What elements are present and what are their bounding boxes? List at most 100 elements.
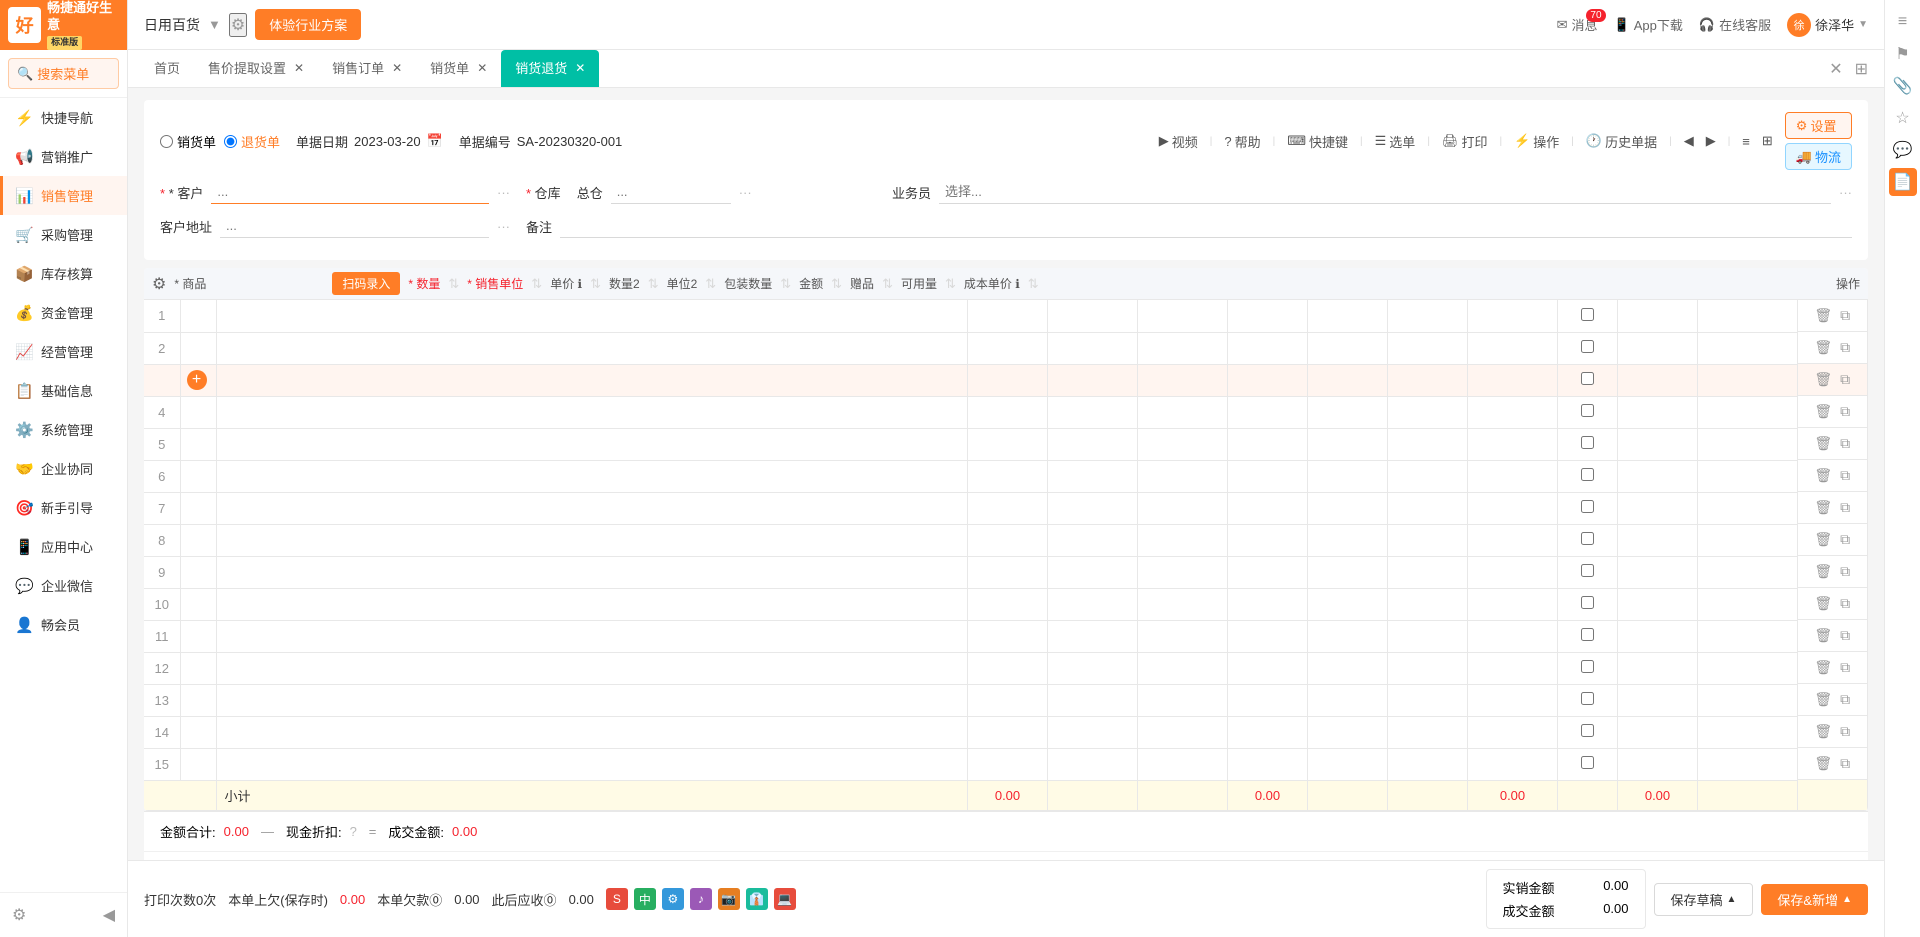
save-draft-button[interactable]: 保存草稿 ▲ — [1654, 883, 1754, 916]
delete-row-button[interactable]: 🗑 — [1812, 465, 1834, 486]
price-cell[interactable] — [1138, 588, 1228, 620]
copy-row-button[interactable]: ⧉ — [1838, 497, 1852, 518]
unit2-cell[interactable] — [1308, 332, 1388, 364]
avail-cell[interactable] — [1618, 748, 1698, 780]
sidebar-item-ops[interactable]: 📈 经营管理 — [0, 332, 127, 371]
scan-input-button[interactable]: 扫码录入 — [332, 272, 400, 295]
product-cell[interactable] — [216, 492, 968, 524]
qty-cell[interactable] — [968, 620, 1048, 652]
next-btn[interactable]: ▶ — [1706, 133, 1716, 149]
tab-close-price[interactable]: ✕ — [294, 61, 304, 75]
amount-cell[interactable] — [1468, 332, 1558, 364]
cost-cell[interactable] — [1698, 428, 1798, 460]
sidebar-item-appstore[interactable]: 📱 应用中心 — [0, 527, 127, 566]
cost-cell[interactable] — [1698, 620, 1798, 652]
amount-cell[interactable] — [1468, 364, 1558, 396]
delete-row-button[interactable]: 🗑 — [1812, 561, 1834, 582]
delete-row-button[interactable]: 🗑 — [1812, 401, 1834, 422]
tab-layout-button[interactable]: ⊞ — [1851, 57, 1872, 81]
amount-cell[interactable] — [1468, 300, 1558, 332]
qty-cell[interactable] — [968, 460, 1048, 492]
unit2-cell[interactable] — [1308, 492, 1388, 524]
gift-checkbox[interactable] — [1581, 724, 1594, 737]
pack-cell[interactable] — [1388, 652, 1468, 684]
unit-cell[interactable] — [1048, 524, 1138, 556]
gift-checkbox[interactable] — [1581, 372, 1594, 385]
unit-cell[interactable] — [1048, 428, 1138, 460]
amount-cell[interactable] — [1468, 620, 1558, 652]
avail-cell[interactable] — [1618, 684, 1698, 716]
gift-cell[interactable] — [1558, 300, 1618, 332]
amount-cell[interactable] — [1468, 396, 1558, 428]
price-cell[interactable] — [1138, 492, 1228, 524]
cost-cell[interactable] — [1698, 396, 1798, 428]
bottom-icon-3[interactable]: ⚙ — [662, 888, 684, 910]
calendar-icon[interactable]: 📅 — [427, 133, 443, 149]
cost-cell[interactable] — [1698, 716, 1798, 748]
gift-cell[interactable] — [1558, 428, 1618, 460]
logistics-button[interactable]: 🚚 物流 — [1785, 143, 1852, 170]
gift-checkbox[interactable] — [1581, 436, 1594, 449]
copy-row-button[interactable]: ⧉ — [1838, 337, 1852, 358]
delete-row-button[interactable]: 🗑 — [1812, 593, 1834, 614]
view-list-btn[interactable]: ≡ — [1742, 134, 1750, 149]
pack-cell[interactable] — [1388, 364, 1468, 396]
qty-cell[interactable] — [968, 748, 1048, 780]
unit-cell[interactable] — [1048, 716, 1138, 748]
avail-cell[interactable] — [1618, 332, 1698, 364]
unit2-cell[interactable] — [1308, 460, 1388, 492]
price-cell[interactable] — [1138, 460, 1228, 492]
tab-close-return[interactable]: ✕ — [575, 61, 585, 75]
qty2-cell[interactable] — [1228, 620, 1308, 652]
price-cell[interactable] — [1138, 652, 1228, 684]
gift-cell[interactable] — [1558, 524, 1618, 556]
qty2-cell[interactable] — [1228, 492, 1308, 524]
gift-cell[interactable] — [1558, 748, 1618, 780]
pack-cell[interactable] — [1388, 716, 1468, 748]
copy-row-button[interactable]: ⧉ — [1838, 401, 1852, 422]
qty2-cell[interactable] — [1228, 364, 1308, 396]
sidebar-item-newbie[interactable]: 🎯 新手引导 — [0, 488, 127, 527]
unit-cell[interactable] — [1048, 556, 1138, 588]
radio-sales-invoice[interactable]: 销货单 — [160, 132, 216, 151]
product-cell[interactable] — [216, 748, 968, 780]
cost-cell[interactable] — [1698, 364, 1798, 396]
unit-cell[interactable] — [1048, 396, 1138, 428]
pack-cell[interactable] — [1388, 300, 1468, 332]
right-panel-form-icon[interactable]: 📄 — [1889, 168, 1917, 196]
price-cell[interactable] — [1138, 556, 1228, 588]
qty-cell[interactable] — [968, 364, 1048, 396]
warehouse-more-icon[interactable]: ··· — [739, 185, 752, 200]
tab-close-invoice[interactable]: ✕ — [477, 61, 487, 75]
cost-cell[interactable] — [1698, 588, 1798, 620]
qty2-cell[interactable] — [1228, 716, 1308, 748]
operate-btn[interactable]: ⚡ 操作 — [1514, 132, 1559, 151]
product-cell[interactable] — [216, 396, 968, 428]
amount-cell[interactable] — [1468, 460, 1558, 492]
price-cell[interactable] — [1138, 524, 1228, 556]
qty2-cell[interactable] — [1228, 300, 1308, 332]
gift-cell[interactable] — [1558, 716, 1618, 748]
avail-cell[interactable] — [1618, 556, 1698, 588]
product-cell[interactable] — [216, 364, 968, 396]
gift-checkbox[interactable] — [1581, 596, 1594, 609]
gift-checkbox[interactable] — [1581, 660, 1594, 673]
unit-cell[interactable] — [1048, 652, 1138, 684]
qty-cell[interactable] — [968, 428, 1048, 460]
delete-row-button[interactable]: 🗑 — [1812, 529, 1834, 550]
sidebar-item-shortcut[interactable]: ⚡ 快捷导航 — [0, 98, 127, 137]
print-btn[interactable]: 🖨 打印 — [1442, 132, 1488, 151]
message-button[interactable]: ✉ 消息 70 — [1557, 15, 1598, 34]
pack-cell[interactable] — [1388, 588, 1468, 620]
cost-cell[interactable] — [1698, 300, 1798, 332]
bottom-icon-4[interactable]: ♪ — [690, 888, 712, 910]
right-panel-clip-icon[interactable]: 📎 — [1889, 72, 1917, 100]
qty-cell[interactable] — [968, 556, 1048, 588]
tab-close-order[interactable]: ✕ — [392, 61, 402, 75]
unit2-cell[interactable] — [1308, 396, 1388, 428]
delete-row-button[interactable]: 🗑 — [1812, 337, 1834, 358]
gift-cell[interactable] — [1558, 588, 1618, 620]
unit-cell[interactable] — [1048, 492, 1138, 524]
sidebar-collapse-button[interactable]: ◀ — [99, 901, 119, 929]
pack-cell[interactable] — [1388, 396, 1468, 428]
